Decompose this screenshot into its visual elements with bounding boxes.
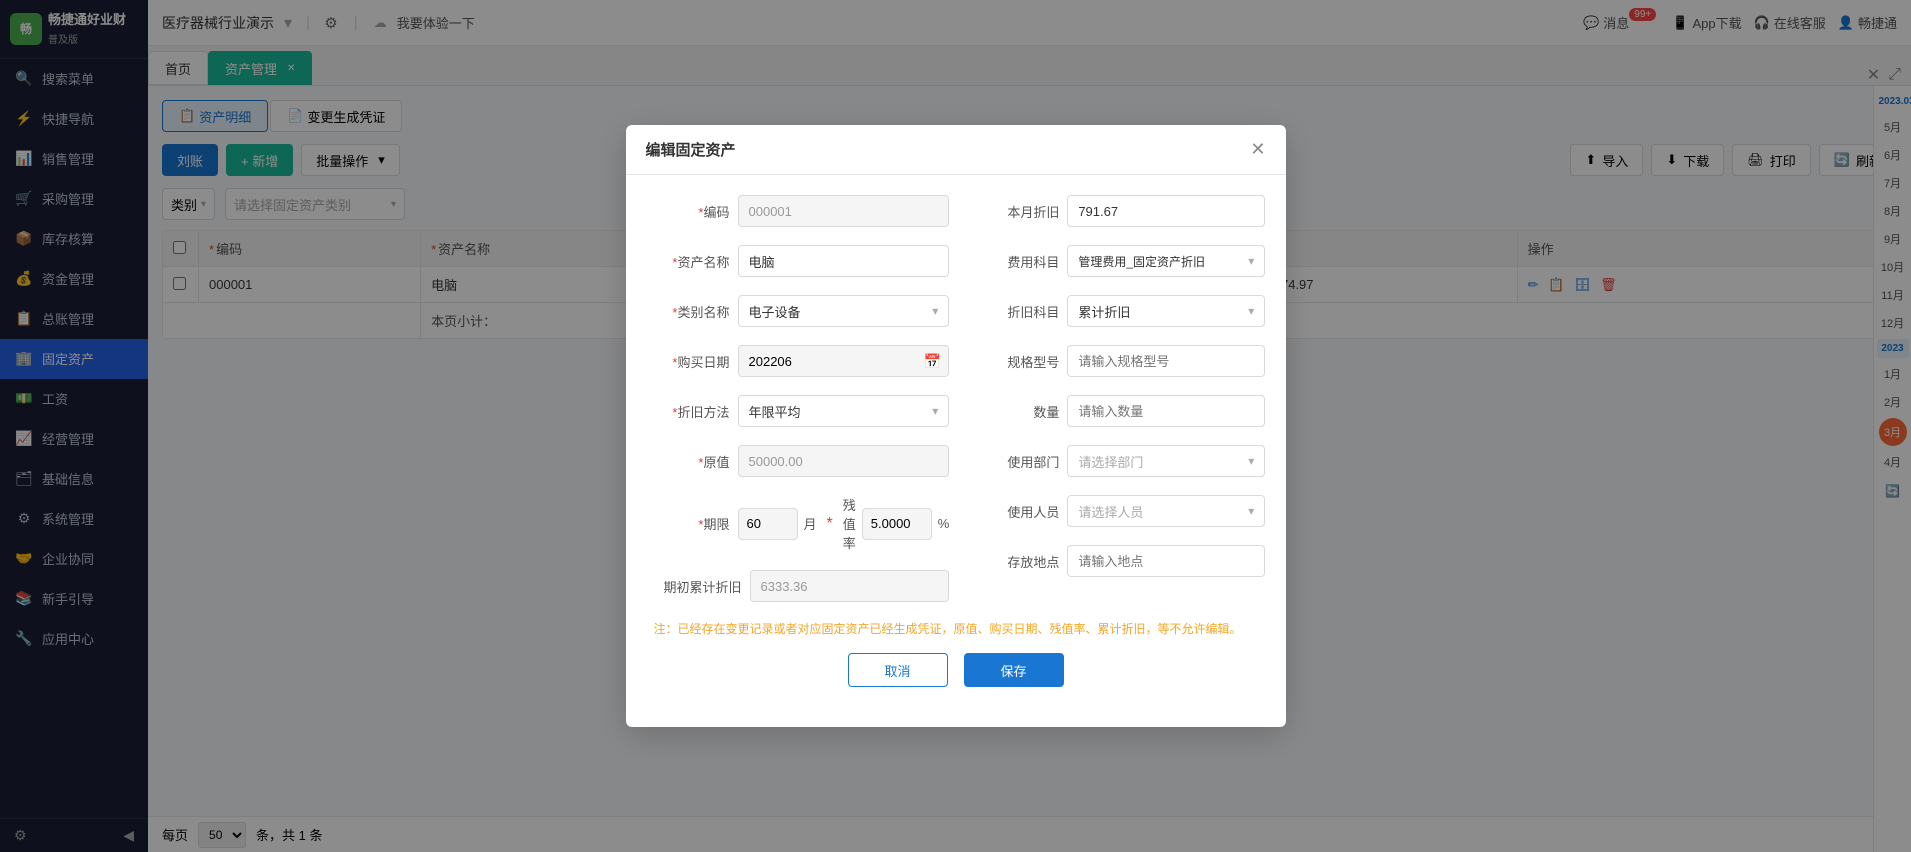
modal-form: *编码 *资产名称 *类别名称: [650, 195, 1262, 620]
form-col-right: 本月折旧 费用科目 管理费用_固定资产折旧 ▾ 折旧科目: [979, 195, 1265, 620]
user-select[interactable]: 请选择人员 ▾: [1067, 495, 1265, 527]
quantity-input[interactable]: [1067, 395, 1265, 427]
original-value-input[interactable]: [738, 445, 950, 477]
field-original-value: *原值: [650, 445, 950, 477]
period-residual-row: 月 * 残值率 %: [738, 495, 950, 552]
field-expense-account: 费用科目 管理费用_固定资产折旧 ▾: [979, 245, 1265, 277]
residual-rate-unit: %: [938, 516, 950, 531]
field-department: 使用部门 请选择部门 ▾: [979, 445, 1265, 477]
category-select-text: 电子设备: [749, 302, 933, 321]
field-location: 存放地点: [979, 545, 1265, 577]
modal-footer: 取消 保存: [650, 653, 1262, 707]
edit-asset-modal: 编辑固定资产 ✕ *编码 *资产: [626, 125, 1286, 727]
category-select[interactable]: 电子设备 ▾: [738, 295, 950, 327]
expense-account-label: 费用科目: [979, 252, 1059, 271]
depreciation-method-text: 年限平均: [749, 402, 933, 421]
modal-header: 编辑固定资产 ✕: [626, 125, 1286, 175]
field-initial-accumulated: 期初累计折旧: [650, 570, 950, 602]
chevron-down-icon: ▾: [932, 404, 938, 418]
field-category: *类别名称 电子设备 ▾: [650, 295, 950, 327]
initial-accumulated-label: 期初累计折旧: [650, 577, 742, 596]
purchase-date-wrap: 📅: [738, 345, 950, 377]
residual-rate-input[interactable]: [862, 508, 932, 540]
field-depreciation-method: *折旧方法 年限平均 ▾: [650, 395, 950, 427]
modal-close-btn[interactable]: ✕: [1250, 139, 1265, 160]
field-code: *编码: [650, 195, 950, 227]
expense-account-select[interactable]: 管理费用_固定资产折旧 ▾: [1067, 245, 1265, 277]
original-value-label: *原值: [650, 452, 730, 471]
depreciation-account-select[interactable]: 累计折旧 ▾: [1067, 295, 1265, 327]
field-period-residual: *期限 月 * 残值率 %: [650, 495, 950, 552]
field-spec-model: 规格型号: [979, 345, 1265, 377]
cancel-button[interactable]: 取消: [848, 653, 948, 687]
location-label: 存放地点: [979, 552, 1059, 571]
department-label: 使用部门: [979, 452, 1059, 471]
period-unit: 月: [804, 514, 817, 533]
field-user: 使用人员 请选择人员 ▾: [979, 495, 1265, 527]
spec-model-input[interactable]: [1067, 345, 1265, 377]
field-name: *资产名称: [650, 245, 950, 277]
residual-rate-label: 残值率: [843, 495, 856, 552]
purchase-date-input[interactable]: [738, 345, 950, 377]
period-label: *期限: [650, 514, 730, 533]
expense-account-text: 管理费用_固定资产折旧: [1078, 253, 1248, 270]
modal-overlay: 编辑固定资产 ✕ *编码 *资产: [0, 0, 1911, 852]
field-quantity: 数量: [979, 395, 1265, 427]
chevron-down-icon: ▾: [1248, 504, 1254, 518]
field-monthly-depr: 本月折旧: [979, 195, 1265, 227]
chevron-down-icon: ▾: [1248, 304, 1254, 318]
modal-body: *编码 *资产名称 *类别名称: [626, 175, 1286, 727]
chevron-down-icon: ▾: [1248, 454, 1254, 468]
modal-title: 编辑固定资产: [646, 139, 736, 160]
code-label: *编码: [650, 202, 730, 221]
monthly-depr-label: 本月折旧: [979, 202, 1059, 221]
depreciation-account-text: 累计折旧: [1078, 302, 1248, 321]
field-purchase-date: *购买日期 📅: [650, 345, 950, 377]
initial-accumulated-input[interactable]: [750, 570, 950, 602]
calendar-icon[interactable]: 📅: [924, 353, 941, 370]
depreciation-account-label: 折旧科目: [979, 302, 1059, 321]
monthly-depr-input[interactable]: [1067, 195, 1265, 227]
code-input[interactable]: [738, 195, 950, 227]
purchase-date-label: *购买日期: [650, 352, 730, 371]
quantity-label: 数量: [979, 402, 1059, 421]
category-label: *类别名称: [650, 302, 730, 321]
save-button[interactable]: 保存: [964, 653, 1064, 687]
user-placeholder: 请选择人员: [1078, 502, 1248, 521]
name-label: *资产名称: [650, 252, 730, 271]
user-label: 使用人员: [979, 502, 1059, 521]
form-col-left: *编码 *资产名称 *类别名称: [650, 195, 950, 620]
depreciation-method-label: *折旧方法: [650, 402, 730, 421]
period-input[interactable]: [738, 508, 798, 540]
modal-note: 注：已经存在变更记录或者对应固定资产已经生成凭证，原值、购买日期、残值率、累计折…: [650, 620, 1262, 637]
field-depreciation-account: 折旧科目 累计折旧 ▾: [979, 295, 1265, 327]
chevron-down-icon: ▾: [1248, 254, 1254, 268]
location-input[interactable]: [1067, 545, 1265, 577]
name-input[interactable]: [738, 245, 950, 277]
department-select[interactable]: 请选择部门 ▾: [1067, 445, 1265, 477]
depreciation-method-select[interactable]: 年限平均 ▾: [738, 395, 950, 427]
chevron-down-icon: ▾: [932, 304, 938, 318]
department-placeholder: 请选择部门: [1078, 452, 1248, 471]
spec-model-label: 规格型号: [979, 352, 1059, 371]
